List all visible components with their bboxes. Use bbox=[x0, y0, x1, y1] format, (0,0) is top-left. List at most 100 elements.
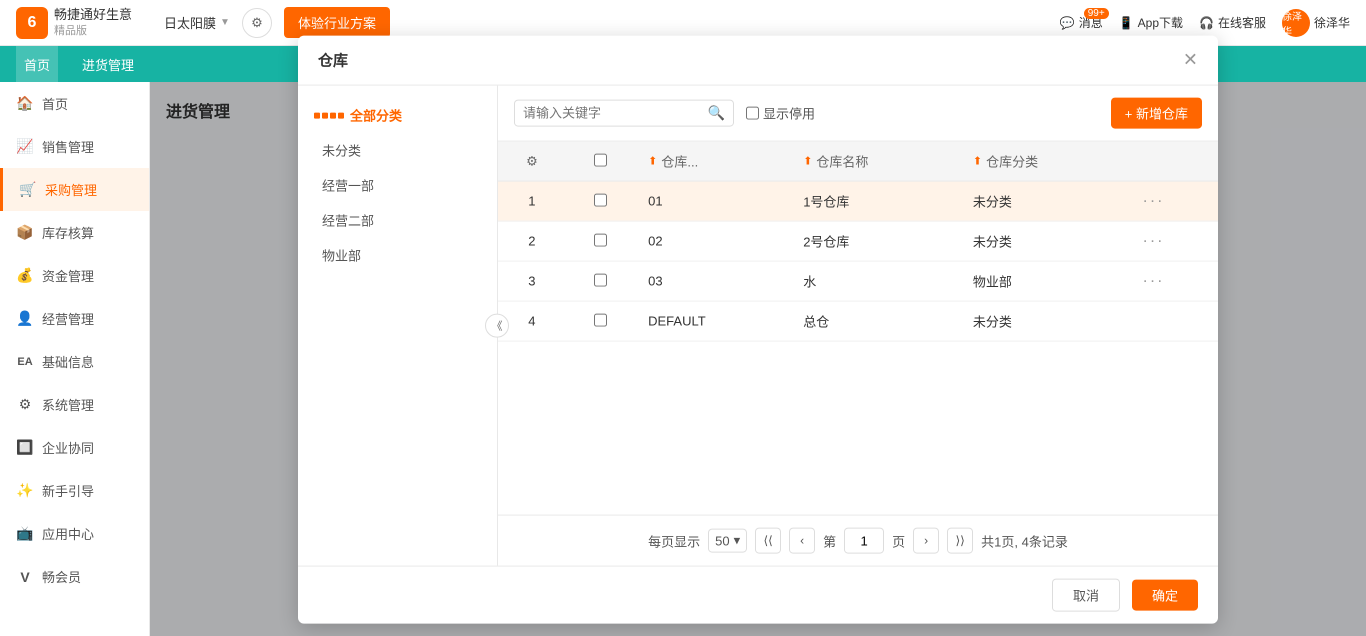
show-disabled-checkbox[interactable] bbox=[746, 107, 759, 120]
sidebar-item-member[interactable]: V 畅会员 bbox=[0, 555, 149, 598]
row2-checkbox[interactable] bbox=[594, 233, 607, 246]
row1-actions-menu[interactable]: ··· bbox=[1143, 192, 1165, 209]
th-code-label: 仓库... bbox=[661, 152, 698, 171]
sidebar-label-system: 系统管理 bbox=[42, 395, 94, 414]
search-box[interactable]: 🔍 bbox=[514, 100, 734, 127]
confirm-button[interactable]: 确定 bbox=[1132, 580, 1198, 611]
sidebar-label-inventory: 库存核算 bbox=[42, 223, 94, 242]
enterprise-icon: 🔲 bbox=[16, 439, 34, 456]
home-icon: 🏠 bbox=[16, 95, 34, 112]
notification-icon: 💬 bbox=[1060, 16, 1075, 30]
th-checkbox bbox=[566, 142, 636, 182]
gear-icon: ⚙ bbox=[251, 15, 263, 31]
row1-actions: ··· bbox=[1131, 181, 1218, 221]
row4-checkbox-cell bbox=[566, 301, 636, 341]
search-input[interactable] bbox=[523, 106, 702, 121]
row4-checkbox[interactable] bbox=[594, 313, 607, 326]
settings-button[interactable]: ⚙ bbox=[242, 8, 272, 38]
warehouse-modal: 仓库 ✕ 全部分类 未分类 经营一部 经营二部 物业部 《 bbox=[298, 36, 1218, 624]
store-selector[interactable]: 日太阳膜 ▼ bbox=[164, 13, 230, 32]
th-name: ⬆ 仓库名称 bbox=[791, 142, 961, 182]
search-icon[interactable]: 🔍 bbox=[708, 105, 725, 122]
sidebar-item-enterprise[interactable]: 🔲 企业协同 bbox=[0, 426, 149, 469]
sidebar-item-app-center[interactable]: 📺 应用中心 bbox=[0, 512, 149, 555]
tree-item-property[interactable]: 物业部 bbox=[298, 238, 497, 273]
th-name-label: 仓库名称 bbox=[816, 152, 868, 171]
last-page-button[interactable]: ⟩⟩ bbox=[947, 528, 973, 554]
per-page-value: 50 bbox=[715, 533, 729, 548]
store-name: 日太阳膜 bbox=[164, 13, 216, 32]
modal-footer: 取消 确定 bbox=[298, 566, 1218, 624]
per-page-select[interactable]: 50 ▾ bbox=[708, 529, 747, 553]
logo-text-block: 畅捷通好生意 精品版 bbox=[54, 7, 132, 39]
trial-button[interactable]: 体验行业方案 bbox=[284, 7, 390, 38]
tree-all-label: 全部分类 bbox=[350, 106, 402, 125]
tree-all-categories[interactable]: 全部分类 bbox=[298, 98, 497, 133]
row2-name: 2号仓库 bbox=[791, 221, 961, 261]
user-menu[interactable]: 徐泽华 徐泽华 bbox=[1282, 9, 1350, 37]
row1-seq: 1 bbox=[498, 181, 566, 221]
notification-button[interactable]: 💬 消息 99+ bbox=[1060, 14, 1103, 31]
finance-icon: 💰 bbox=[16, 267, 34, 284]
operations-icon: 👤 bbox=[16, 310, 34, 327]
row1-name: 1号仓库 bbox=[791, 181, 961, 221]
first-page-button[interactable]: ⟨⟨ bbox=[755, 528, 781, 554]
sidebar-item-home[interactable]: 🏠 首页 bbox=[0, 82, 149, 125]
modal-close-button[interactable]: ✕ bbox=[1183, 50, 1198, 71]
row1-checkbox-cell bbox=[566, 181, 636, 221]
row1-checkbox[interactable] bbox=[594, 193, 607, 206]
subnav-item-home[interactable]: 首页 bbox=[16, 46, 58, 82]
sidebar-label-guide: 新手引导 bbox=[42, 481, 94, 500]
customer-service-button[interactable]: 🎧 在线客服 bbox=[1199, 14, 1266, 31]
row3-actions-menu[interactable]: ··· bbox=[1143, 272, 1165, 289]
row2-code: 02 bbox=[636, 221, 791, 261]
pagination: 每页显示 50 ▾ ⟨⟨ ‹ 第 页 › ⟩⟩ 共1页, 4条记录 bbox=[498, 515, 1218, 566]
app-download-button[interactable]: 📱 App下载 bbox=[1119, 14, 1183, 31]
page-prefix: 第 bbox=[823, 531, 836, 550]
tree-collapse-button[interactable]: 《 bbox=[485, 314, 509, 338]
subnav-item-purchase[interactable]: 进货管理 bbox=[74, 46, 142, 82]
avatar: 徐泽华 bbox=[1282, 9, 1310, 37]
main-layout: 🏠 首页 📈 销售管理 🛒 采购管理 📦 库存核算 💰 资金管理 👤 经营管理 … bbox=[0, 82, 1366, 636]
table-header-row: ⚙ ⬆ 仓库... bbox=[498, 142, 1218, 182]
sidebar-item-operations[interactable]: 👤 经营管理 bbox=[0, 297, 149, 340]
sidebar-label-operations: 经营管理 bbox=[42, 309, 94, 328]
tree-item-dept1[interactable]: 经营一部 bbox=[298, 168, 497, 203]
sidebar-item-system[interactable]: ⚙ 系统管理 bbox=[0, 383, 149, 426]
basic-info-icon: EA bbox=[16, 356, 34, 368]
per-page-label: 每页显示 bbox=[648, 531, 700, 550]
sidebar-item-inventory[interactable]: 📦 库存核算 bbox=[0, 211, 149, 254]
logo: 6 畅捷通好生意 精品版 bbox=[16, 7, 132, 39]
add-warehouse-button[interactable]: + 新增仓库 bbox=[1111, 98, 1202, 129]
next-page-button[interactable]: › bbox=[913, 528, 939, 554]
sidebar-item-purchase[interactable]: 🛒 采购管理 bbox=[0, 168, 149, 211]
content-area: 进货管理 仓库 ✕ 全部分类 未分类 经营一部 bbox=[150, 82, 1366, 636]
row2-actions: ··· bbox=[1131, 221, 1218, 261]
sidebar-item-basic-info[interactable]: EA 基础信息 bbox=[0, 340, 149, 383]
sidebar-label-finance: 资金管理 bbox=[42, 266, 94, 285]
tree-item-unclassified[interactable]: 未分类 bbox=[298, 133, 497, 168]
sidebar-item-sales[interactable]: 📈 销售管理 bbox=[0, 125, 149, 168]
app-icon: 📱 bbox=[1119, 16, 1134, 30]
row3-code: 03 bbox=[636, 261, 791, 301]
sidebar-item-guide[interactable]: ✨ 新手引导 bbox=[0, 469, 149, 512]
prev-page-button[interactable]: ‹ bbox=[789, 528, 815, 554]
row3-checkbox[interactable] bbox=[594, 273, 607, 286]
inventory-icon: 📦 bbox=[16, 224, 34, 241]
app-label: App下载 bbox=[1138, 14, 1183, 31]
row3-name: 水 bbox=[791, 261, 961, 301]
show-disabled-text: 显示停用 bbox=[763, 104, 815, 123]
sidebar-label-sales: 销售管理 bbox=[42, 137, 94, 156]
tree-item-dept2[interactable]: 经营二部 bbox=[298, 203, 497, 238]
row4-category: 未分类 bbox=[961, 301, 1131, 341]
select-all-checkbox[interactable] bbox=[594, 153, 607, 166]
row2-checkbox-cell bbox=[566, 221, 636, 261]
row2-actions-menu[interactable]: ··· bbox=[1143, 232, 1165, 249]
row4-code: DEFAULT bbox=[636, 301, 791, 341]
cancel-button[interactable]: 取消 bbox=[1052, 579, 1120, 612]
row1-category: 未分类 bbox=[961, 181, 1131, 221]
table-row: 3 03 水 物业部 ··· bbox=[498, 261, 1218, 301]
notification-badge: 99+ bbox=[1084, 8, 1109, 19]
sidebar-item-finance[interactable]: 💰 资金管理 bbox=[0, 254, 149, 297]
page-number-input[interactable] bbox=[844, 528, 884, 554]
